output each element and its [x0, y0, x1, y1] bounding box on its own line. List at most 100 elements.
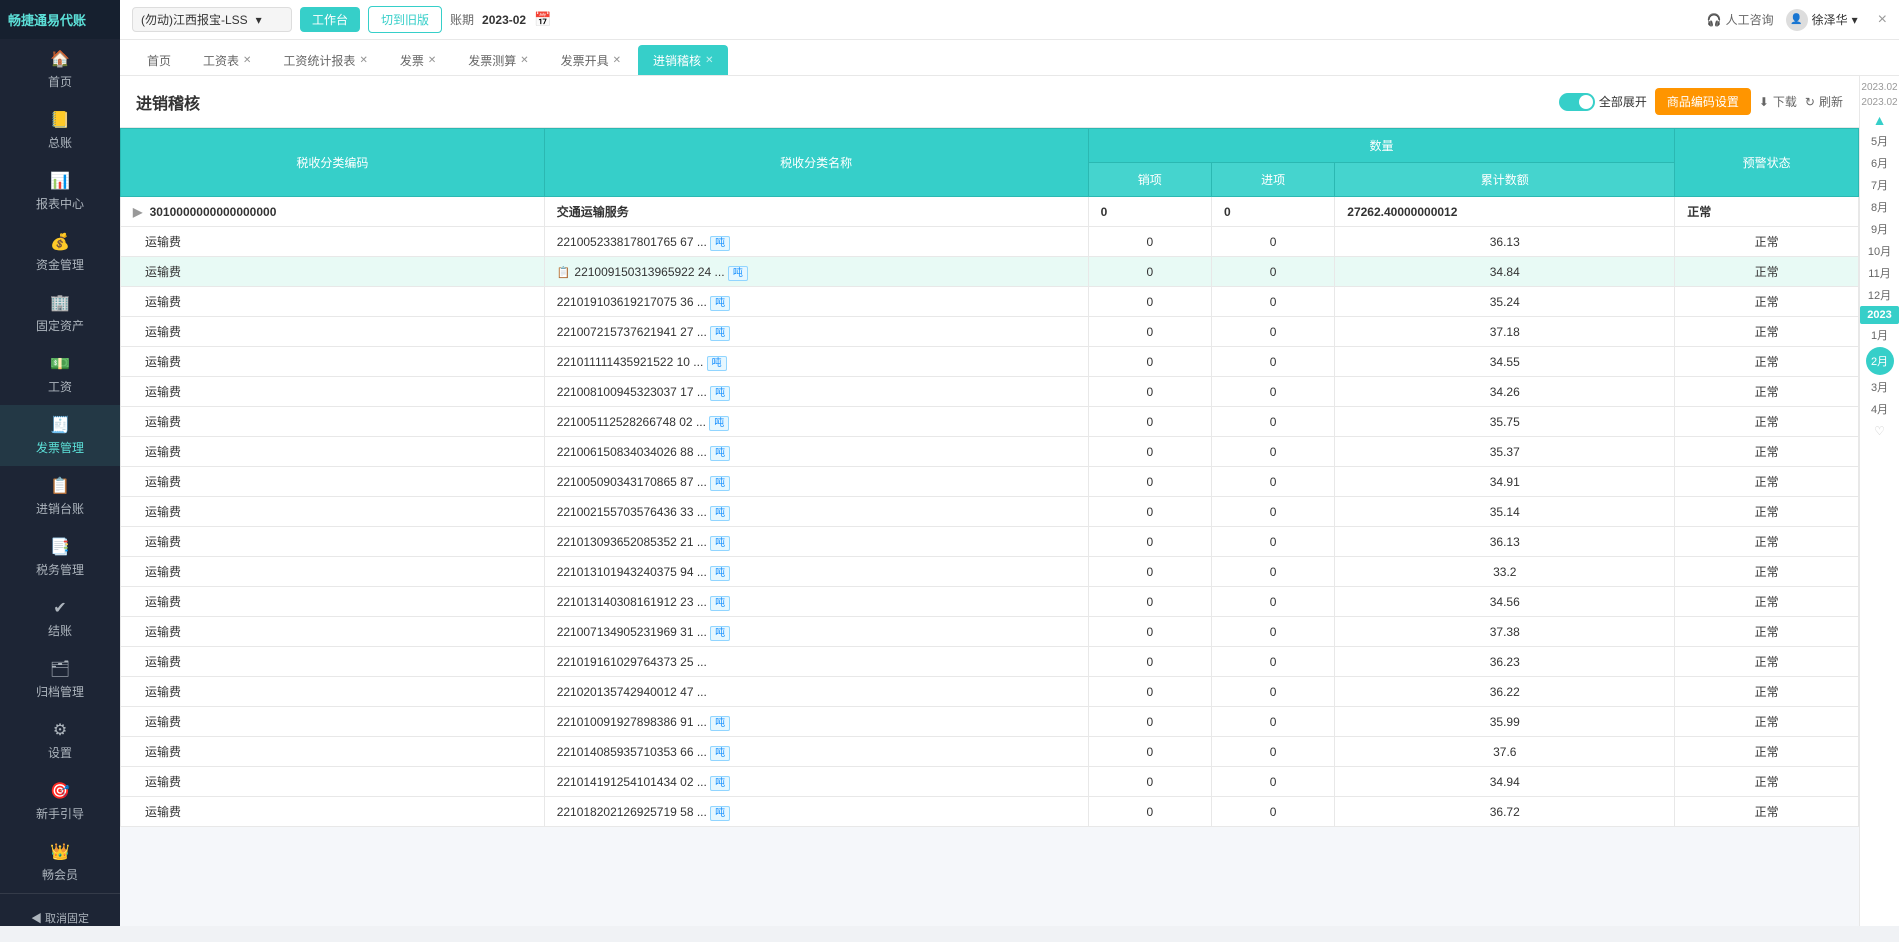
item-name: 运输费	[121, 527, 545, 557]
month-5[interactable]: 5月	[1860, 130, 1899, 152]
member-icon: 👑	[50, 842, 70, 862]
tab-payroll-close[interactable]: ✕	[243, 55, 251, 66]
tax-icon: 📑	[50, 537, 70, 557]
item-tax-code: 221014191254101434 02 ... 吨	[544, 767, 1088, 797]
month-4[interactable]: 4月	[1860, 398, 1899, 420]
col-tax-name: 税收分类名称	[544, 129, 1088, 197]
tab-home[interactable]: 首页	[132, 45, 186, 75]
month-9[interactable]: 9月	[1860, 218, 1899, 240]
month-8[interactable]: 8月	[1860, 196, 1899, 218]
company-selector[interactable]: (勿动)江西报宝-LSS ▾	[132, 7, 292, 32]
cumulative-val: 37.6	[1335, 737, 1675, 767]
month-10[interactable]: 10月	[1860, 240, 1899, 262]
month-2-active[interactable]: 2月	[1866, 347, 1894, 375]
topbar-right: 🎧 人工咨询 👤 徐泽华 ▾ ×	[1707, 9, 1887, 31]
sidebar-logo: 畅捷通易代账	[0, 0, 120, 39]
item-tax-code: 221013140308161912 23 ... 吨	[544, 587, 1088, 617]
month-12[interactable]: 12月	[1860, 284, 1899, 306]
sales-val: 0	[1088, 197, 1211, 227]
tab-invoice-calc[interactable]: 发票测算 ✕	[453, 45, 543, 75]
scroll-up-icon[interactable]: ▲	[1873, 112, 1887, 128]
refresh-button[interactable]: ↻ 刷新	[1805, 93, 1843, 110]
support-label: 人工咨询	[1726, 11, 1774, 28]
sidebar-item-payroll[interactable]: 💵 工资	[0, 344, 120, 405]
sidebar-item-guide[interactable]: 🎯 新手引导	[0, 771, 120, 832]
month-1[interactable]: 1月	[1860, 324, 1899, 346]
month-6[interactable]: 6月	[1860, 152, 1899, 174]
month-3[interactable]: 3月	[1860, 376, 1899, 398]
col-purchase: 进项	[1211, 163, 1334, 197]
sidebar-item-settings[interactable]: ⚙ 设置	[0, 710, 120, 771]
status-val: 正常	[1675, 197, 1859, 227]
switch-version-button[interactable]: 切到旧版	[368, 6, 442, 33]
tab-payroll[interactable]: 工资表 ✕	[188, 45, 266, 75]
sales-val: 0	[1088, 467, 1211, 497]
tab-invoice-close[interactable]: ✕	[428, 55, 436, 66]
user-dropdown-icon: ▾	[1852, 13, 1858, 27]
tab-invoice-issue-close[interactable]: ✕	[613, 55, 621, 66]
sidebar-item-tax[interactable]: 📑 税务管理	[0, 527, 120, 588]
sales-val: 0	[1088, 617, 1211, 647]
payroll-icon: 💵	[50, 354, 70, 374]
topbar: (勿动)江西报宝-LSS ▾ 工作台 切到旧版 账期 2023-02 📅 🎧 人…	[120, 0, 1899, 40]
tab-invoice-calc-close[interactable]: ✕	[520, 55, 528, 66]
sidebar-item-archive[interactable]: 🗂 归档管理	[0, 649, 120, 710]
month-7[interactable]: 7月	[1860, 174, 1899, 196]
unpin-label: ◀ 取消固定	[31, 910, 89, 926]
assets-icon: 🏢	[50, 293, 70, 313]
copy-icon[interactable]: 📋	[557, 267, 571, 279]
item-tax-code: 221020135742940012 47 ...	[544, 677, 1088, 707]
user-info[interactable]: 👤 徐泽华 ▾	[1786, 9, 1858, 31]
tab-payroll-stats-close[interactable]: ✕	[359, 55, 367, 66]
unit-tag: 吨	[710, 386, 730, 401]
sidebar-item-invoice[interactable]: 🧾 发票管理	[0, 405, 120, 466]
purchase-val: 0	[1211, 617, 1334, 647]
unit-tag: 吨	[710, 296, 730, 311]
sidebar-item-label: 结账	[48, 622, 72, 639]
sidebar-item-home[interactable]: 🏠 首页	[0, 39, 120, 100]
unit-tag: 吨	[710, 596, 730, 611]
purchase-val: 0	[1211, 407, 1334, 437]
tab-payroll-stats[interactable]: 工资统计报表 ✕	[268, 45, 382, 75]
unit-tag: 吨	[709, 416, 729, 431]
unpin-button[interactable]: ◀ 取消固定	[0, 902, 120, 934]
sidebar-item-reports[interactable]: 📊 报表中心	[0, 161, 120, 222]
cumulative-val: 34.55	[1335, 347, 1675, 377]
status-val: 正常	[1675, 257, 1859, 287]
support-button[interactable]: 🎧 人工咨询	[1707, 11, 1774, 28]
finance-icon: 💰	[50, 232, 70, 252]
tab-invoice-issue[interactable]: 发票开具 ✕	[546, 45, 636, 75]
sidebar-item-finance[interactable]: 💰 资金管理	[0, 222, 120, 283]
year-2023-label[interactable]: 2023	[1860, 306, 1899, 324]
purchase-val: 0	[1211, 197, 1334, 227]
month-11[interactable]: 11月	[1860, 262, 1899, 284]
workbench-button[interactable]: 工作台	[300, 7, 360, 32]
tab-invoice[interactable]: 发票 ✕	[385, 45, 451, 75]
toggle-switch[interactable]	[1559, 93, 1595, 111]
download-icon: ⬇	[1759, 95, 1769, 109]
toggle-expand[interactable]: 全部展开	[1559, 93, 1647, 111]
settings-button[interactable]: 商品编码设置	[1655, 88, 1751, 115]
item-name: 运输费	[121, 797, 545, 827]
cumulative-val: 37.18	[1335, 317, 1675, 347]
download-button[interactable]: ⬇ 下载	[1759, 93, 1797, 110]
tab-reconcile[interactable]: 进销稽核 ✕	[638, 45, 728, 75]
sidebar-item-close-account[interactable]: ✔ 结账	[0, 588, 120, 649]
status-val: 正常	[1675, 287, 1859, 317]
tab-reconcile-close[interactable]: ✕	[705, 55, 713, 66]
category-name: 交通运输服务	[544, 197, 1088, 227]
sidebar-item-ledger[interactable]: 📒 总账	[0, 100, 120, 161]
heart-icon[interactable]: ♡	[1874, 424, 1885, 438]
close-button[interactable]: ×	[1878, 11, 1887, 29]
sidebar-item-label: 新手引导	[36, 805, 84, 822]
page-content: 进销稽核 全部展开 商品编码设置 ⬇ 下载 ↻ 刷新	[120, 76, 1859, 926]
company-name: (勿动)江西报宝-LSS	[141, 11, 248, 28]
sidebar-item-assets[interactable]: 🏢 固定资产	[0, 283, 120, 344]
sidebar-item-purchase-sales[interactable]: 📋 进销台账	[0, 466, 120, 527]
col-tax-code: 税收分类编码	[121, 129, 545, 197]
calendar-icon[interactable]: 📅	[534, 11, 551, 28]
sidebar-item-member[interactable]: 👑 畅会员	[0, 832, 120, 893]
item-name: 运输费	[121, 467, 545, 497]
purchase-val: 0	[1211, 587, 1334, 617]
status-val: 正常	[1675, 437, 1859, 467]
